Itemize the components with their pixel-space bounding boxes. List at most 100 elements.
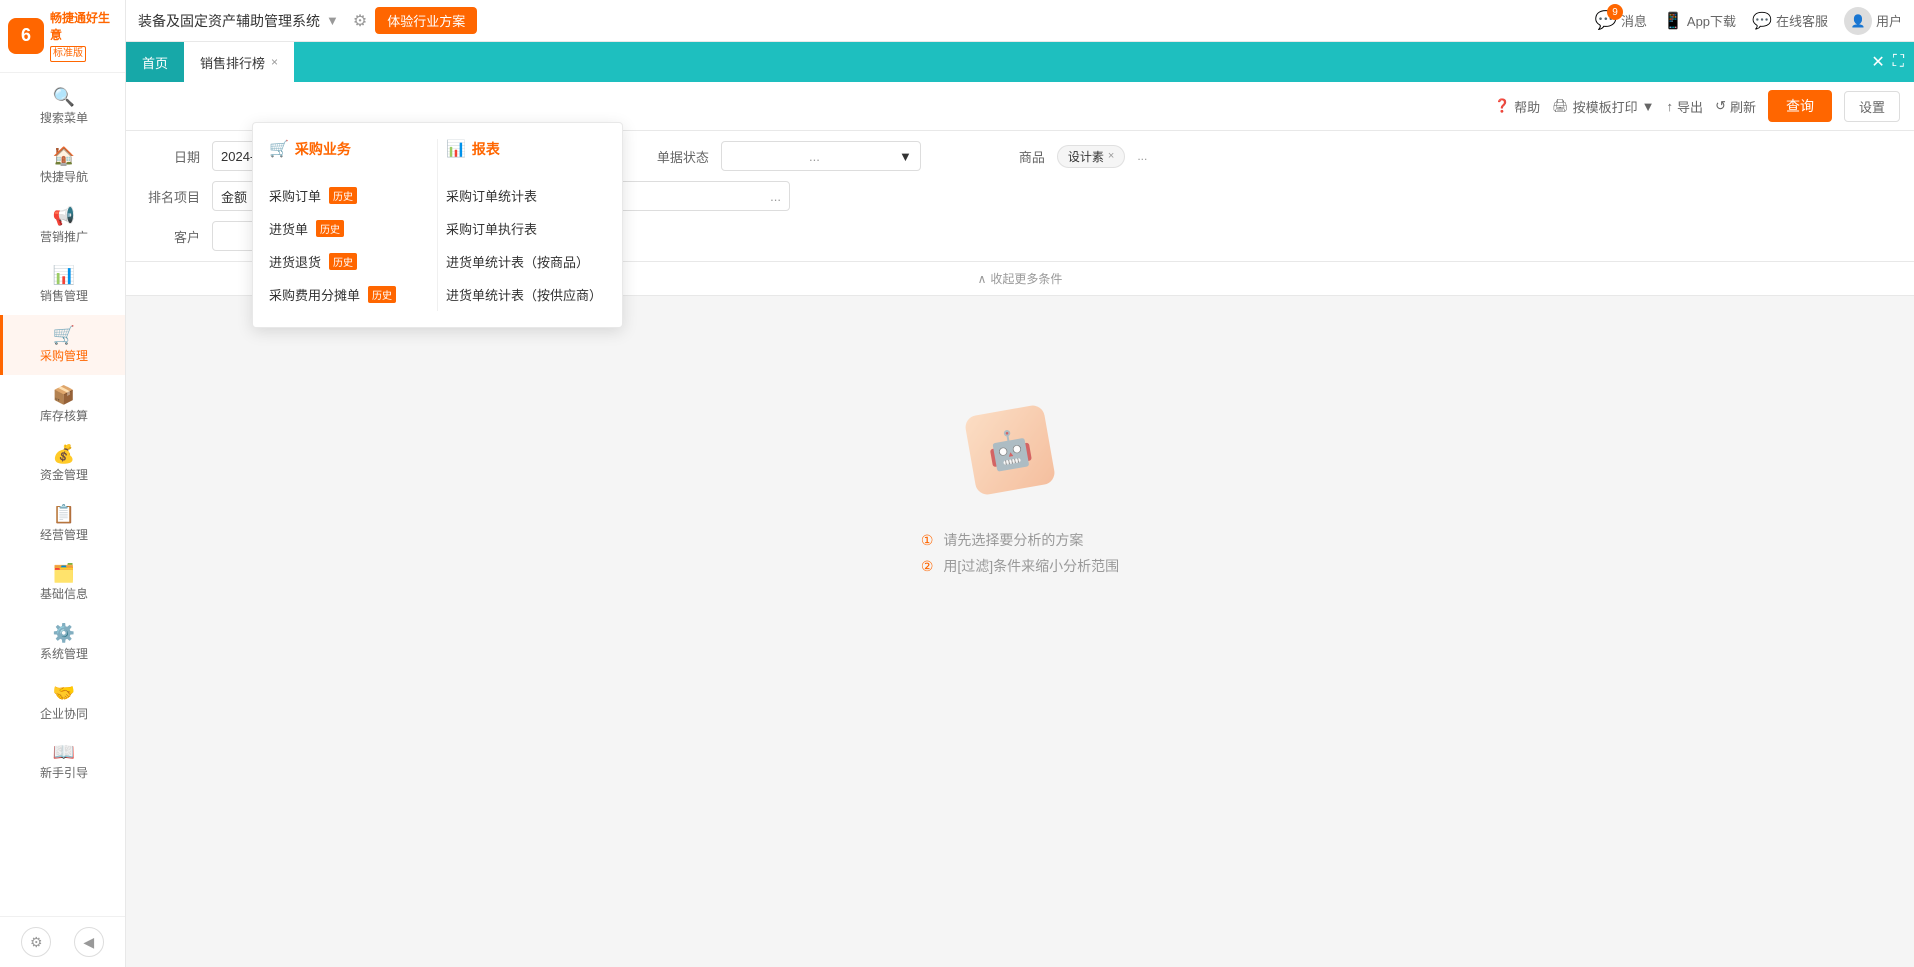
menu-item-inbound-stats-supplier[interactable]: 进货单统计表（按供应商） [446,278,606,311]
empty-robot-icon: 🤖 [964,404,1057,497]
refresh-label: 刷新 [1730,97,1756,116]
menu-item-inbound-return[interactable]: 进货退货 历史 [269,245,429,278]
status-select[interactable]: ... ▼ [721,141,921,171]
purchase-menu-column: 🛒 采购业务 采购订单 历史 进货单 历史 进货退货 历史 采购费用分摊单 [269,139,429,311]
sidebar-item-finance[interactable]: 💰资金管理 [0,434,125,494]
inbound-stats-goods-label: 进货单统计表（按商品） [446,252,589,271]
sidebar-nav: 🔍搜索菜单🏠快捷导航📢营销推广📊销售管理 🛒 采购管理 📦库存核算💰资金管理📋经营管理… [0,73,125,916]
logo-area: 6 畅捷通好生意 标准版 [0,0,125,73]
goods-chip-close[interactable]: × [1108,150,1114,162]
menu-item-inbound-stats-goods[interactable]: 进货单统计表（按商品） [446,245,606,278]
sidebar-item-base-info[interactable]: 🗂️基础信息 [0,553,125,613]
export-label: 导出 [1677,97,1703,116]
header-arrow-icon[interactable]: ▼ [326,13,339,28]
marketing-label: 营销推广 [40,230,88,246]
settings-footer-btn[interactable]: ⚙ [21,927,51,957]
sidebar-item-enterprise[interactable]: 🤝 企业协同 [0,673,125,733]
guide-icon: 📖 [53,742,75,763]
enterprise-label: 企业协同 [40,707,88,723]
inbound-history-tag: 历史 [316,220,344,237]
service-label: 在线客服 [1776,11,1828,30]
user-avatar: 👤 [1844,7,1872,35]
report-col-icon: 📊 [446,139,466,159]
inbound-return-label: 进货退货 [269,252,321,271]
header-gear-icon[interactable]: ⚙ [353,11,367,31]
tab-maximize-icon[interactable]: ⛶ [1893,53,1904,71]
sidebar-item-purchase[interactable]: 🛒 采购管理 [0,315,125,375]
status-label: 单据状态 [649,147,709,166]
tab-home[interactable]: 首页 [126,42,184,82]
quick-nav-label: 快捷导航 [40,170,88,186]
print-icon: 🖨 [1552,98,1569,114]
collapse-footer-btn[interactable]: ◀ [74,927,104,957]
message-btn[interactable]: 💬 9 消息 [1595,10,1647,31]
report-menu-column: 📊 报表 采购订单统计表 采购订单执行表 进货单统计表（按商品） 进货单统计表（… [446,139,606,311]
help-label: 帮助 [1514,97,1540,116]
empty-image: 🤖 [970,410,1070,510]
menu-item-purchase-order[interactable]: 采购订单 历史 [269,179,429,212]
menu-item-purchase-order-stats[interactable]: 采购订单统计表 [446,179,606,212]
refresh-btn[interactable]: ↺ 刷新 [1715,97,1756,116]
tab-close-icon[interactable]: × [271,55,278,69]
message-label: 消息 [1621,11,1647,30]
tab-close-window-icon[interactable]: ✕ [1871,52,1884,72]
sidebar-item-sales[interactable]: 📊销售管理 [0,255,125,315]
user-label: 用户 [1876,11,1902,30]
operations-icon: 📋 [53,504,75,525]
rank-label: 排名项目 [140,187,200,206]
dropdown-menu: 🛒 采购业务 采购订单 历史 进货单 历史 进货退货 历史 采购费用分摊单 [252,122,623,328]
tab-home-label: 首页 [142,53,168,72]
collapse-label: 收起更多条件 [990,270,1062,287]
sidebar-item-quick-nav[interactable]: 🏠快捷导航 [0,136,125,196]
search-icon: 🔍 [53,87,75,108]
industry-button[interactable]: 体验行业方案 [375,7,477,34]
print-arrow: ▼ [1642,99,1655,114]
purchase-label: 采购管理 [40,349,88,365]
logo-tag: 标准版 [50,46,86,62]
online-service-btn[interactable]: 💬 在线客服 [1752,11,1828,31]
menu-item-inbound[interactable]: 进货单 历史 [269,212,429,245]
sidebar-item-guide[interactable]: 📖新手引导 [0,732,125,792]
inventory-label: 库存核算 [40,409,88,425]
purchase-col-label: 采购业务 [295,139,351,159]
user-area[interactable]: 👤 用户 [1844,7,1902,35]
help-btn[interactable]: ❓ 帮助 [1494,97,1540,116]
customer-label: 客户 [140,227,200,246]
report-col-label: 报表 [472,139,500,159]
export-btn[interactable]: ↑ 导出 [1667,97,1704,116]
empty-hint1: ① 请先选择要分析的方案 [921,530,1119,550]
logo-icon: 6 [8,18,44,54]
goods-more[interactable]: ... [1137,149,1147,163]
tab-bar: 首页 销售排行榜 × ✕ ⛶ [126,42,1914,82]
sidebar-item-marketing[interactable]: 📢营销推广 [0,196,125,256]
inbound-stats-supplier-label: 进货单统计表（按供应商） [446,285,602,304]
query-button[interactable]: 查询 [1768,90,1832,122]
collapse-icon: ∧ [978,272,987,286]
help-icon: ❓ [1494,98,1510,114]
refresh-icon: ↺ [1715,98,1726,114]
base-info-label: 基础信息 [40,587,88,603]
menu-item-purchase-fee[interactable]: 采购费用分摊单 历史 [269,278,429,311]
sales-icon: 📊 [53,265,75,286]
app-download-btn[interactable]: 📱 App下载 [1663,11,1736,31]
system-icon: ⚙️ [53,623,75,644]
print-btn[interactable]: 🖨 按模板打印 ▼ [1552,97,1654,116]
settings-button[interactable]: 设置 [1844,91,1900,122]
top-header: 装备及固定资产辅助管理系统 ▼ ⚙ 体验行业方案 💬 9 消息 📱 App下载 … [126,0,1914,42]
goods-chip-text: 设计素 [1068,148,1104,165]
print-label: 按模板打印 [1573,97,1638,116]
system-title: 装备及固定资产辅助管理系统 [138,11,320,31]
sidebar-item-operations[interactable]: 📋经营管理 [0,494,125,554]
tab-sales-rank[interactable]: 销售排行榜 × [184,42,294,82]
empty-hint2: ② 用[过滤]条件来缩小分析范围 [921,556,1119,576]
sidebar-item-search[interactable]: 🔍搜索菜单 [0,77,125,137]
inbound-label: 进货单 [269,219,308,238]
sidebar-item-system[interactable]: ⚙️系统管理 [0,613,125,673]
empty-state: 🤖 ① 请先选择要分析的方案 ② 用[过滤]条件来缩小分析范围 [126,296,1914,696]
sidebar-item-inventory[interactable]: 📦库存核算 [0,375,125,435]
purchase-icon: 🛒 [53,325,75,346]
enterprise-icon: 🤝 [53,683,75,704]
tab-bar-right: ✕ ⛶ [1863,52,1914,72]
menu-item-purchase-order-exec[interactable]: 采购订单执行表 [446,212,606,245]
app-label: App下载 [1687,11,1736,30]
